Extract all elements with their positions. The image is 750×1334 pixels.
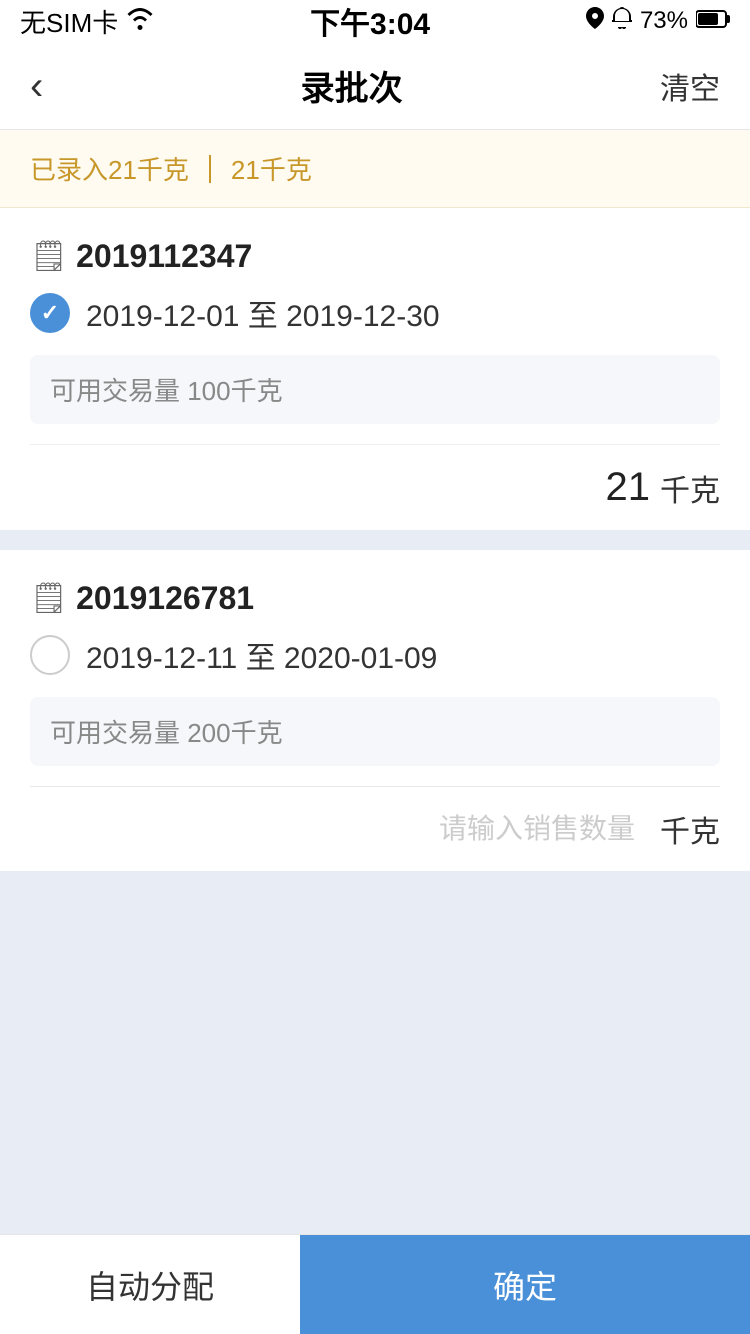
- nav-bar: ‹ 录批次 清空: [0, 42, 750, 130]
- batch1-amount-value: 21: [606, 465, 651, 510]
- battery-label: 73%: [640, 7, 688, 35]
- wifi-icon: [126, 6, 154, 37]
- batch2-date-row[interactable]: 2019-12-11 至 2020-01-09: [30, 633, 720, 677]
- back-button[interactable]: ‹: [30, 66, 43, 106]
- battery-icon: [696, 7, 730, 35]
- sale-quantity-input[interactable]: [350, 812, 650, 846]
- status-right: 73%: [586, 7, 730, 36]
- batch1-card: 🗒 2019112347 2019-12-01 至 2019-12-30 可用交…: [0, 208, 750, 530]
- batch1-date-row[interactable]: 2019-12-01 至 2019-12-30: [30, 291, 720, 335]
- clear-button[interactable]: 清空: [660, 64, 720, 108]
- batch2-id-row: 🗒 2019126781: [30, 580, 720, 617]
- batch2-available: 可用交易量 200千克: [30, 697, 720, 766]
- batch1-amount-row: 21 千克: [30, 444, 720, 530]
- batch1-id: 2019112347: [76, 238, 252, 275]
- batch1-id-row: 🗒 2019112347: [30, 238, 720, 275]
- batch1-available: 可用交易量 100千克: [30, 355, 720, 424]
- amount-label: 21千克: [231, 150, 312, 187]
- gray-area: [0, 871, 750, 1251]
- batch2-available-text: 可用交易量 200千克: [50, 718, 283, 748]
- location-icon: [586, 7, 604, 36]
- bottom-bar: 自动分配 确定: [0, 1234, 750, 1334]
- batch2-radio[interactable]: [30, 635, 70, 675]
- batch1-amount-unit: 千克: [660, 466, 720, 510]
- recorded-label: 已录入21千克: [30, 150, 189, 187]
- alarm-icon: [612, 7, 632, 36]
- batch2-input-row: 千克: [30, 786, 720, 871]
- carrier-label: 无SIM卡: [20, 3, 118, 40]
- batch2-date: 2019-12-11 至 2020-01-09: [86, 633, 437, 677]
- batch2-id: 2019126781: [76, 580, 254, 617]
- status-left: 无SIM卡: [20, 3, 154, 40]
- batch2-doc-icon: 🗒: [30, 581, 68, 616]
- batch2-card: 🗒 2019126781 2019-12-11 至 2020-01-09 可用交…: [0, 550, 750, 871]
- confirm-button[interactable]: 确定: [300, 1235, 750, 1334]
- batch2-unit: 千克: [660, 807, 720, 851]
- batch1-available-text: 可用交易量 100千克: [50, 376, 283, 406]
- auto-distribute-button[interactable]: 自动分配: [0, 1235, 300, 1334]
- info-banner: 已录入21千克 21千克: [0, 130, 750, 208]
- batch1-doc-icon: 🗒: [30, 239, 68, 274]
- batch1-radio[interactable]: [30, 293, 70, 333]
- batch1-date: 2019-12-01 至 2019-12-30: [86, 291, 440, 335]
- page-title: 录批次: [301, 61, 403, 110]
- info-divider: [209, 155, 211, 183]
- status-bar: 无SIM卡 下午3:04 73%: [0, 0, 750, 42]
- section-divider: [0, 530, 750, 550]
- status-time: 下午3:04: [310, 0, 430, 43]
